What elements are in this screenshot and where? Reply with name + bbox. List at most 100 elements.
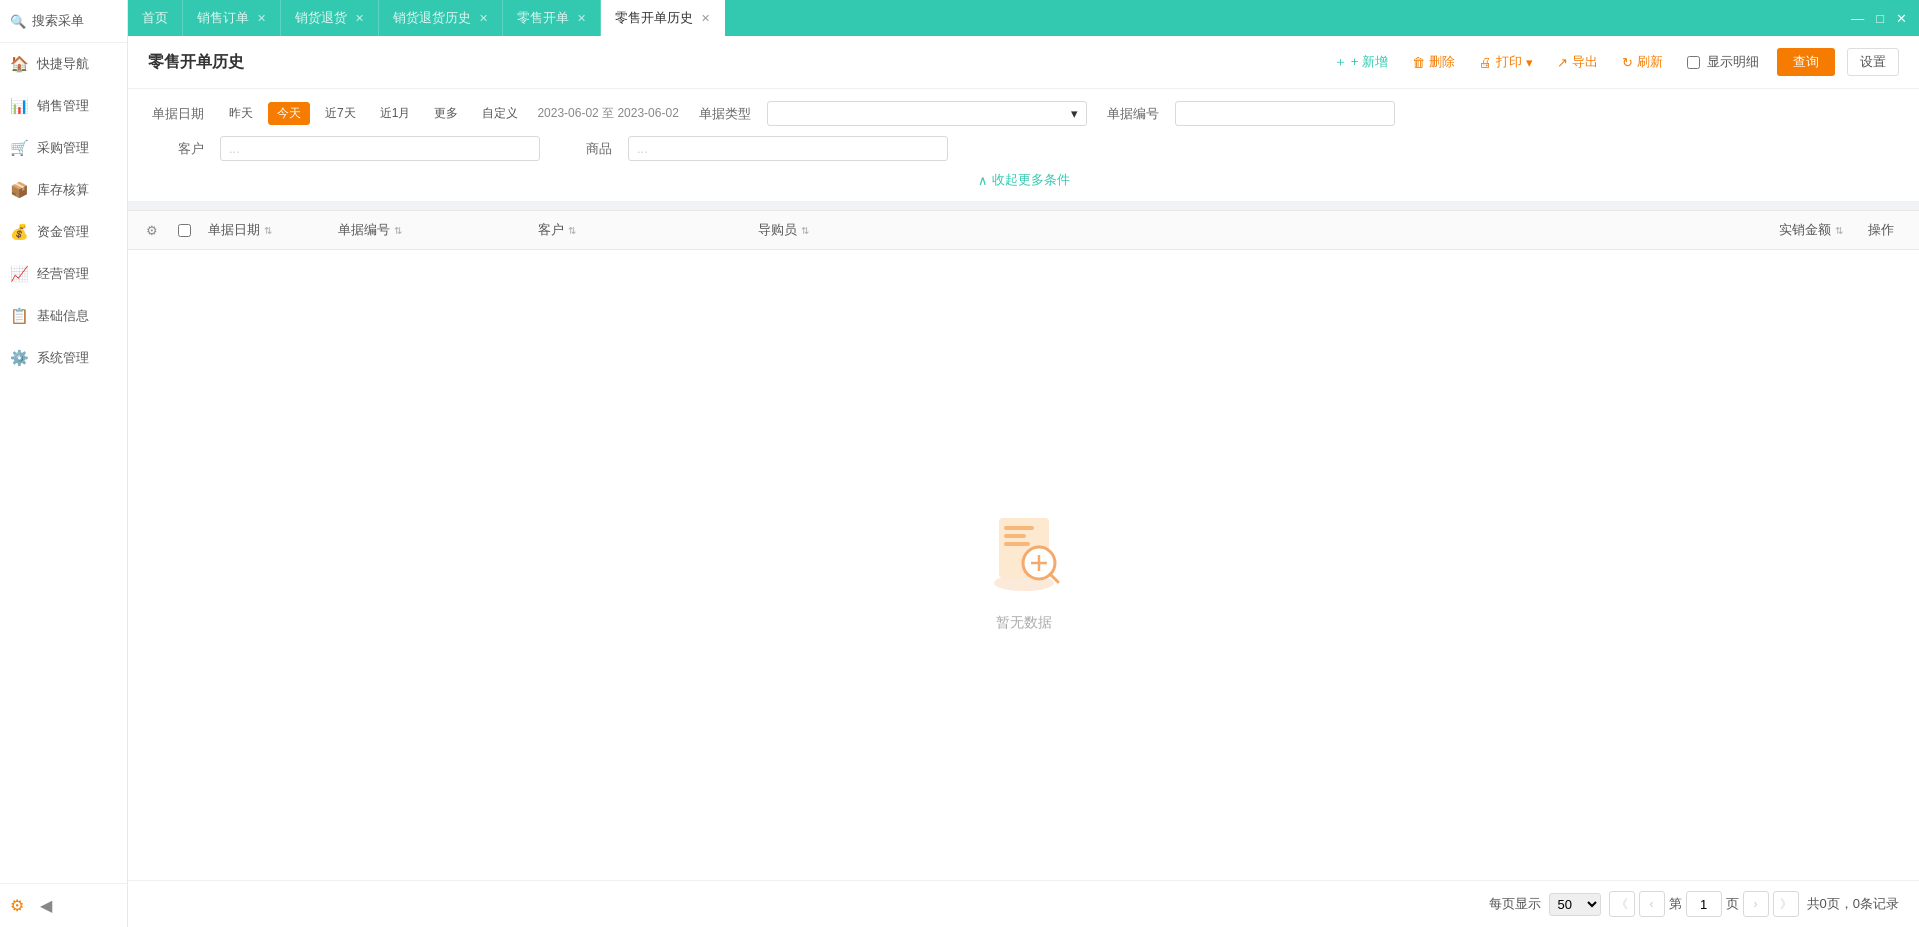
goods-dots: ... <box>637 141 648 156</box>
col-header-no[interactable]: 单据编号 ⇅ <box>330 221 530 239</box>
tab-sales-return[interactable]: 销货退货 ✕ <box>281 0 379 36</box>
sidebar-collapse-button[interactable]: ◀ <box>40 896 52 915</box>
tab-sales-return-history-close[interactable]: ✕ <box>479 12 488 25</box>
add-button[interactable]: ＋ + 新增 <box>1328 49 1394 75</box>
page-prev-button[interactable]: ‹ <box>1639 891 1665 917</box>
date-btn-more[interactable]: 更多 <box>425 102 467 125</box>
doc-type-label: 单据类型 <box>695 105 751 123</box>
delete-button[interactable]: 🗑 删除 <box>1406 49 1461 75</box>
tab-sales-return-label: 销货退货 <box>295 9 347 27</box>
per-page-label: 每页显示 <box>1489 895 1541 913</box>
col-customer-sort: ⇅ <box>568 225 576 236</box>
page-last-button[interactable]: 》 <box>1773 891 1799 917</box>
export-label: 导出 <box>1572 53 1598 71</box>
page-title: 零售开单历史 <box>148 52 244 73</box>
window-close[interactable]: ✕ <box>1896 11 1907 26</box>
sidebar-item-purchase-mgmt[interactable]: 🛒 采购管理 <box>0 127 127 169</box>
doc-no-input[interactable] <box>1175 101 1395 126</box>
col-header-salesperson[interactable]: 导购员 ⇅ <box>750 221 890 239</box>
date-btn-7days[interactable]: 近7天 <box>316 102 365 125</box>
pagination-info: 共0页，0条记录 <box>1807 895 1899 913</box>
goods-input[interactable]: ... <box>628 136 948 161</box>
sidebar-item-label: 快捷导航 <box>37 55 89 73</box>
sidebar-gear-button[interactable]: ⚙ <box>10 896 24 915</box>
sidebar-item-label: 基础信息 <box>37 307 89 325</box>
export-icon: ↗ <box>1557 55 1568 70</box>
date-btn-yesterday[interactable]: 昨天 <box>220 102 262 125</box>
window-maximize[interactable]: □ <box>1876 11 1884 26</box>
tab-retail-open-history-close[interactable]: ✕ <box>701 12 710 25</box>
col-salesperson-sort: ⇅ <box>801 225 809 236</box>
sidebar-item-sales-mgmt[interactable]: 📊 销售管理 <box>0 85 127 127</box>
tab-retail-open-label: 零售开单 <box>517 9 569 27</box>
col-date-label: 单据日期 <box>208 221 260 239</box>
tab-sales-return-close[interactable]: ✕ <box>355 12 364 25</box>
tab-sales-order[interactable]: 销售订单 ✕ <box>183 0 281 36</box>
sidebar-item-quick-nav[interactable]: 🏠 快捷导航 <box>0 43 127 85</box>
collapse-up-icon: ∧ <box>978 173 988 188</box>
doc-type-select[interactable]: ▾ <box>767 101 1087 126</box>
pagination: 每页显示 50 10 20 100 《 ‹ 第 页 › 》 共0页，0条记录 <box>128 880 1919 927</box>
table-header: ⚙ 单据日期 ⇅ 单据编号 ⇅ 客户 ⇅ 导购员 ⇅ 实 <box>128 210 1919 250</box>
tab-retail-open[interactable]: 零售开单 ✕ <box>503 0 601 36</box>
date-btn-1month[interactable]: 近1月 <box>371 102 420 125</box>
tab-retail-open-close[interactable]: ✕ <box>577 12 586 25</box>
add-icon: ＋ <box>1334 53 1347 71</box>
table-settings-button[interactable]: ⚙ <box>136 223 168 238</box>
customer-input[interactable]: ... <box>220 136 540 161</box>
refresh-label: 刷新 <box>1637 53 1663 71</box>
refresh-button[interactable]: ↻ 刷新 <box>1616 49 1669 75</box>
col-header-amount[interactable]: 实销金额 ⇅ <box>1751 221 1851 239</box>
tab-sales-return-history[interactable]: 销货退货历史 ✕ <box>379 0 503 36</box>
quick-nav-icon: 🏠 <box>10 55 29 73</box>
display-detail-button[interactable]: 显示明细 <box>1681 49 1765 75</box>
page-first-button[interactable]: 《 <box>1609 891 1635 917</box>
tab-bar-right: — □ ✕ <box>1839 11 1919 26</box>
collapse-more-label: 收起更多条件 <box>992 171 1070 189</box>
sidebar-item-ops-mgmt[interactable]: 📈 经营管理 <box>0 253 127 295</box>
delete-label: 删除 <box>1429 53 1455 71</box>
col-no-label: 单据编号 <box>338 221 390 239</box>
sidebar-search-label: 搜索采单 <box>32 12 84 30</box>
table-select-all[interactable] <box>168 224 200 237</box>
sidebar-item-label: 资金管理 <box>37 223 89 241</box>
date-group: 昨天 今天 近7天 近1月 更多 自定义 2023-06-02 至 2023-0… <box>220 102 679 125</box>
tab-home[interactable]: 首页 <box>128 0 183 36</box>
page-suffix: 页 <box>1726 895 1739 913</box>
col-date-sort: ⇅ <box>264 225 272 236</box>
col-header-date[interactable]: 单据日期 ⇅ <box>200 221 330 239</box>
sidebar-item-label: 经营管理 <box>37 265 89 283</box>
col-header-customer[interactable]: 客户 ⇅ <box>530 221 750 239</box>
tab-retail-open-history-label: 零售开单历史 <box>615 9 693 27</box>
display-checkbox[interactable] <box>1687 56 1700 69</box>
setting-button[interactable]: 设置 <box>1847 48 1899 76</box>
sys-icon: ⚙️ <box>10 349 29 367</box>
window-minimize[interactable]: — <box>1851 11 1864 26</box>
select-all-checkbox[interactable] <box>178 224 191 237</box>
page-number-input[interactable] <box>1686 891 1722 917</box>
sidebar-footer: ⚙ ◀ <box>0 883 127 927</box>
sidebar-item-finance[interactable]: 💰 资金管理 <box>0 211 127 253</box>
page-next-button[interactable]: › <box>1743 891 1769 917</box>
sidebar-item-basic-info[interactable]: 📋 基础信息 <box>0 295 127 337</box>
search-icon: 🔍 <box>10 14 26 29</box>
sidebar-item-inventory[interactable]: 📦 库存核算 <box>0 169 127 211</box>
date-btn-custom[interactable]: 自定义 <box>473 102 527 125</box>
tab-bar: 首页 销售订单 ✕ 销货退货 ✕ 销货退货历史 ✕ 零售开单 ✕ 零售开单历史 … <box>128 0 1919 36</box>
sidebar-item-label: 销售管理 <box>37 97 89 115</box>
query-button[interactable]: 查询 <box>1777 48 1835 76</box>
pagination-nav: 《 ‹ 第 页 › 》 <box>1609 891 1799 917</box>
query-label: 查询 <box>1793 53 1819 71</box>
basic-info-icon: 📋 <box>10 307 29 325</box>
sidebar-search[interactable]: 🔍 搜索采单 <box>0 0 127 43</box>
tab-retail-open-history[interactable]: 零售开单历史 ✕ <box>601 0 725 36</box>
date-btn-today[interactable]: 今天 <box>268 102 310 125</box>
tab-sales-order-close[interactable]: ✕ <box>257 12 266 25</box>
export-button[interactable]: ↗ 导出 <box>1551 49 1604 75</box>
page-label: 第 <box>1669 895 1682 913</box>
print-button[interactable]: 🖨 打印 ▾ <box>1473 49 1539 75</box>
col-salesperson-label: 导购员 <box>758 221 797 239</box>
sidebar-item-sys-mgmt[interactable]: ⚙️ 系统管理 <box>0 337 127 379</box>
per-page-select[interactable]: 50 10 20 100 <box>1549 893 1601 916</box>
collapse-more-button[interactable]: ∧ 收起更多条件 <box>148 171 1899 189</box>
